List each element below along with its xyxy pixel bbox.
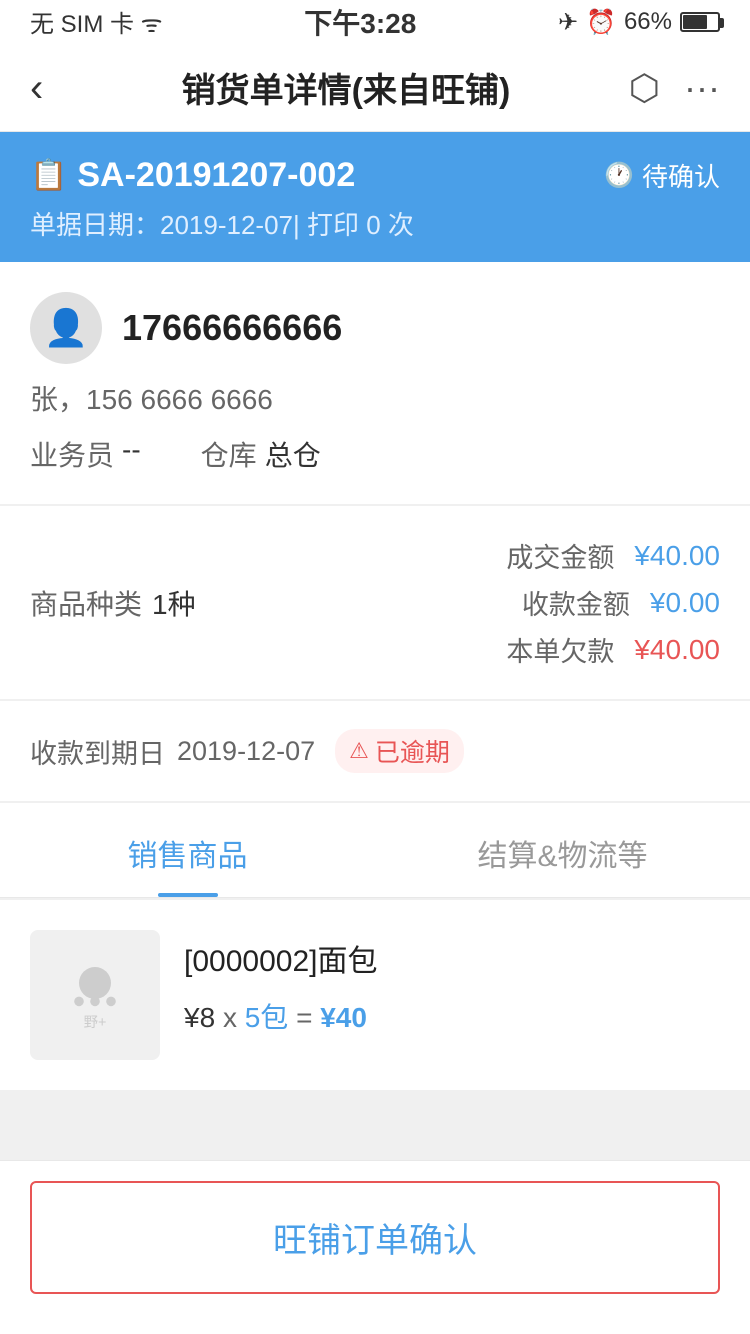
product-thumb-icon: 野+	[55, 955, 135, 1035]
customer-meta: 业务员 -- 仓库 总仓	[30, 434, 720, 474]
received-amount-row: 收款金额 ¥0.00	[522, 583, 720, 622]
due-date-label: 收款到期日	[30, 732, 165, 771]
order-id-text: SA-20191207-002	[77, 156, 355, 195]
more-icon[interactable]: ···	[684, 67, 720, 109]
status-bar-time: 下午3:28	[304, 2, 416, 42]
due-date-card: 收款到期日 2019-12-07 ⚠ 已逾期	[0, 701, 750, 801]
multiply-sign: x	[223, 1002, 245, 1033]
overdue-text: 已逾期	[375, 733, 450, 769]
confirm-order-button[interactable]: 旺铺订单确认	[30, 1181, 720, 1294]
status-bar-right: ✈ ⏰ 66%	[558, 8, 720, 37]
summary-right: 成交金额 ¥40.00 收款金额 ¥0.00 本单欠款 ¥40.00	[506, 536, 720, 669]
product-price-row: ¥8 x 5包 = ¥40	[184, 996, 720, 1036]
status-bar-left: 无 SIM 卡 ᯤ	[30, 4, 163, 40]
nav-bar: ‹ 销货单详情(来自旺铺) ⬡ ···	[0, 44, 750, 132]
transaction-amount-value: ¥40.00	[634, 540, 720, 572]
customer-card: 👤 17666666666 张，156 6666 6666 业务员 -- 仓库 …	[0, 262, 750, 504]
order-date: 单据日期：2019-12-07| 打印 0 次	[30, 205, 720, 242]
product-name-text: 面包	[317, 945, 377, 978]
owed-amount-row: 本单欠款 ¥40.00	[506, 630, 720, 669]
order-date-label: 单据日期：	[30, 210, 160, 240]
salesperson-value: --	[122, 434, 141, 474]
equals-sign: =	[296, 1002, 320, 1033]
alarm-icon: ⏰	[586, 8, 616, 37]
avatar: 👤	[30, 292, 102, 364]
warehouse-field: 仓库 总仓	[201, 434, 321, 474]
transaction-amount-label: 成交金额	[506, 536, 614, 575]
sim-label: 无 SIM 卡 ᯤ	[30, 4, 163, 40]
tabs-bar: 销售商品 结算&物流等	[0, 803, 750, 898]
order-header: 📋 SA-20191207-002 🕐 待确认 单据日期：2019-12-07|…	[0, 132, 750, 262]
order-id-row: 📋 SA-20191207-002 🕐 待确认	[30, 156, 720, 195]
order-date-value: 2019-12-07	[160, 210, 293, 240]
type-value: 1种	[152, 583, 196, 623]
product-total: ¥40	[320, 1002, 367, 1033]
battery-icon	[680, 12, 720, 32]
summary-left: 商品种类 1种	[30, 536, 476, 669]
tab-settlement[interactable]: 结算&物流等	[375, 803, 750, 897]
salesperson-field: 业务员 --	[30, 434, 141, 474]
order-status: 🕐 待确认	[604, 157, 720, 194]
salesperson-label: 业务员	[30, 434, 114, 474]
transaction-amount-row: 成交金额 ¥40.00	[506, 536, 720, 575]
type-label: 商品种类	[30, 583, 142, 623]
product-unit-price: ¥8	[184, 1002, 215, 1033]
order-status-text: 待确认	[642, 157, 720, 194]
overdue-badge: ⚠ 已逾期	[335, 729, 464, 773]
share-icon[interactable]: ⬡	[629, 67, 660, 109]
status-bar: 无 SIM 卡 ᯤ 下午3:28 ✈ ⏰ 66%	[0, 0, 750, 44]
product-qty: 5包	[245, 1002, 289, 1033]
back-button[interactable]: ‹	[30, 68, 63, 108]
location-icon: ✈	[558, 8, 578, 37]
customer-phone: 17666666666	[122, 307, 342, 349]
tab-sales-product[interactable]: 销售商品	[0, 803, 375, 897]
page-title: 销货单详情(来自旺铺)	[63, 63, 628, 112]
owed-amount-value: ¥40.00	[634, 634, 720, 666]
battery-percent: 66%	[624, 8, 672, 36]
product-item: 野+ [0000002]面包 ¥8 x 5包 = ¥40	[30, 930, 720, 1060]
product-thumbnail: 野+	[30, 930, 160, 1060]
svg-text:野+: 野+	[84, 1014, 107, 1031]
product-name: [0000002]面包	[184, 936, 720, 980]
overdue-icon: ⚠	[349, 738, 369, 764]
product-info: [0000002]面包 ¥8 x 5包 = ¥40	[184, 930, 720, 1036]
clock-icon: 🕐	[604, 161, 634, 190]
product-list: 野+ [0000002]面包 ¥8 x 5包 = ¥40	[0, 900, 750, 1090]
order-id: 📋 SA-20191207-002	[30, 156, 355, 195]
received-amount-label: 收款金额	[522, 583, 630, 622]
summary-card: 商品种类 1种 成交金额 ¥40.00 收款金额 ¥0.00 本单欠款 ¥40.…	[0, 506, 750, 699]
nav-actions: ⬡ ···	[629, 67, 720, 109]
owed-amount-label: 本单欠款	[506, 630, 614, 669]
bottom-bar: 旺铺订单确认	[0, 1160, 750, 1334]
customer-top: 👤 17666666666	[30, 292, 720, 364]
order-print-info: | 打印 0 次	[293, 210, 414, 240]
customer-name: 张，156 6666 6666	[30, 378, 720, 418]
due-date-value: 2019-12-07	[177, 736, 315, 767]
received-amount-value: ¥0.00	[650, 587, 720, 619]
order-icon: 📋	[30, 158, 67, 193]
warehouse-value: 总仓	[265, 434, 321, 474]
product-code: [0000002]	[184, 945, 317, 978]
warehouse-label: 仓库	[201, 434, 257, 474]
